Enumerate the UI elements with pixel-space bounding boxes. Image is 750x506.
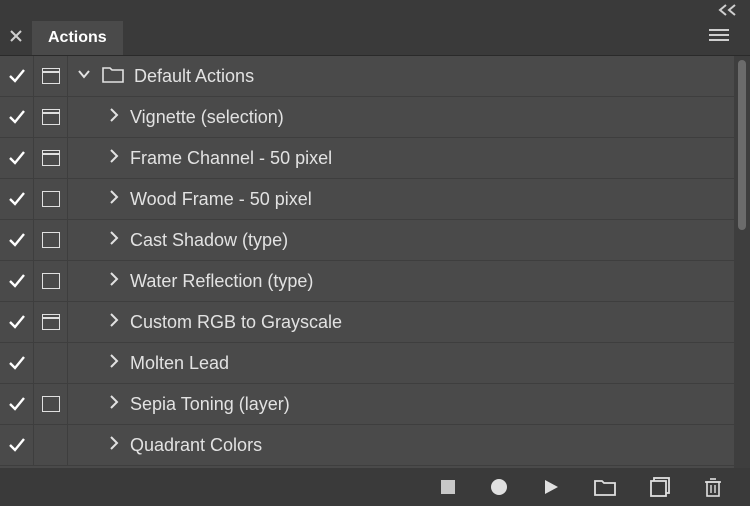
dialog-toggle[interactable]	[34, 56, 68, 96]
stop-button[interactable]	[440, 479, 456, 495]
action-name: Cast Shadow (type)	[130, 230, 288, 251]
toggle-checkbox[interactable]	[0, 220, 34, 260]
action-name: Frame Channel - 50 pixel	[130, 148, 332, 169]
chevron-right-icon[interactable]	[108, 189, 120, 210]
play-button[interactable]	[542, 478, 560, 496]
tab-label: Actions	[48, 29, 107, 46]
chevron-down-icon[interactable]	[76, 66, 92, 87]
dialog-icon	[42, 150, 60, 166]
action-body[interactable]: Sepia Toning (layer)	[68, 384, 734, 424]
action-set-name: Default Actions	[134, 66, 254, 87]
action-body[interactable]: Wood Frame - 50 pixel	[68, 179, 734, 219]
toggle-checkbox[interactable]	[0, 261, 34, 301]
dialog-toggle[interactable]	[34, 97, 68, 137]
action-row[interactable]: Cast Shadow (type)	[0, 220, 734, 261]
toggle-checkbox[interactable]	[0, 179, 34, 219]
dialog-icon-empty	[42, 232, 60, 248]
collapse-panel-icon[interactable]	[718, 4, 738, 16]
action-body[interactable]: Custom RGB to Grayscale	[68, 302, 734, 342]
action-body[interactable]: Molten Lead	[68, 343, 734, 383]
dialog-toggle[interactable]	[34, 302, 68, 342]
actions-list-container: Default Actions Vignette (selection) Fra…	[0, 56, 750, 468]
action-body[interactable]: Frame Channel - 50 pixel	[68, 138, 734, 178]
actions-toolbar	[0, 468, 750, 506]
chevron-right-icon[interactable]	[108, 230, 120, 251]
action-name: Custom RGB to Grayscale	[130, 312, 342, 333]
dialog-icon-empty	[42, 396, 60, 412]
action-name: Vignette (selection)	[130, 107, 284, 128]
dialog-toggle[interactable]	[34, 425, 68, 465]
dialog-icon	[42, 109, 60, 125]
action-name: Wood Frame - 50 pixel	[130, 189, 312, 210]
action-set-body[interactable]: Default Actions	[68, 56, 734, 96]
toggle-checkbox[interactable]	[0, 138, 34, 178]
action-row[interactable]: Sepia Toning (layer)	[0, 384, 734, 425]
dialog-toggle[interactable]	[34, 179, 68, 219]
tab-actions[interactable]: Actions	[32, 21, 123, 55]
action-body[interactable]: Cast Shadow (type)	[68, 220, 734, 260]
chevron-right-icon[interactable]	[108, 353, 120, 374]
scrollbar[interactable]	[734, 56, 750, 468]
chevron-right-icon[interactable]	[108, 271, 120, 292]
action-row[interactable]: Water Reflection (type)	[0, 261, 734, 302]
action-row[interactable]: Custom RGB to Grayscale	[0, 302, 734, 343]
action-name: Quadrant Colors	[130, 435, 262, 456]
dialog-icon-empty	[42, 191, 60, 207]
action-row[interactable]: Frame Channel - 50 pixel	[0, 138, 734, 179]
action-name: Water Reflection (type)	[130, 271, 313, 292]
toggle-checkbox[interactable]	[0, 384, 34, 424]
dialog-toggle[interactable]	[34, 138, 68, 178]
chevron-right-icon[interactable]	[108, 394, 120, 415]
chevron-right-icon[interactable]	[108, 435, 120, 456]
action-body[interactable]: Vignette (selection)	[68, 97, 734, 137]
close-panel-icon[interactable]	[0, 29, 32, 47]
toggle-checkbox[interactable]	[0, 425, 34, 465]
action-body[interactable]: Water Reflection (type)	[68, 261, 734, 301]
toggle-checkbox[interactable]	[0, 56, 34, 96]
action-body[interactable]: Quadrant Colors	[68, 425, 734, 465]
panel-tabbar: Actions	[0, 20, 750, 56]
action-row[interactable]: Quadrant Colors	[0, 425, 734, 466]
action-name: Sepia Toning (layer)	[130, 394, 290, 415]
scrollbar-thumb[interactable]	[738, 60, 746, 230]
chevron-right-icon[interactable]	[108, 107, 120, 128]
dialog-toggle[interactable]	[34, 220, 68, 260]
new-action-button[interactable]	[650, 477, 670, 497]
chevron-right-icon[interactable]	[108, 312, 120, 333]
panel-top-strip	[0, 0, 750, 20]
panel-menu-icon[interactable]	[700, 28, 738, 47]
actions-list: Default Actions Vignette (selection) Fra…	[0, 56, 734, 468]
toggle-checkbox[interactable]	[0, 302, 34, 342]
toggle-checkbox[interactable]	[0, 97, 34, 137]
dialog-icon-empty	[42, 273, 60, 289]
action-set-row[interactable]: Default Actions	[0, 56, 734, 97]
new-set-button[interactable]	[594, 478, 616, 496]
toggle-checkbox[interactable]	[0, 343, 34, 383]
chevron-right-icon[interactable]	[108, 148, 120, 169]
dialog-icon	[42, 314, 60, 330]
action-row[interactable]: Molten Lead	[0, 343, 734, 384]
record-button[interactable]	[490, 478, 508, 496]
action-row[interactable]: Wood Frame - 50 pixel	[0, 179, 734, 220]
folder-icon	[102, 65, 124, 88]
dialog-icon	[42, 68, 60, 84]
dialog-toggle[interactable]	[34, 384, 68, 424]
action-name: Molten Lead	[130, 353, 229, 374]
action-row[interactable]: Vignette (selection)	[0, 97, 734, 138]
delete-button[interactable]	[704, 477, 722, 497]
dialog-toggle[interactable]	[34, 261, 68, 301]
dialog-toggle[interactable]	[34, 343, 68, 383]
